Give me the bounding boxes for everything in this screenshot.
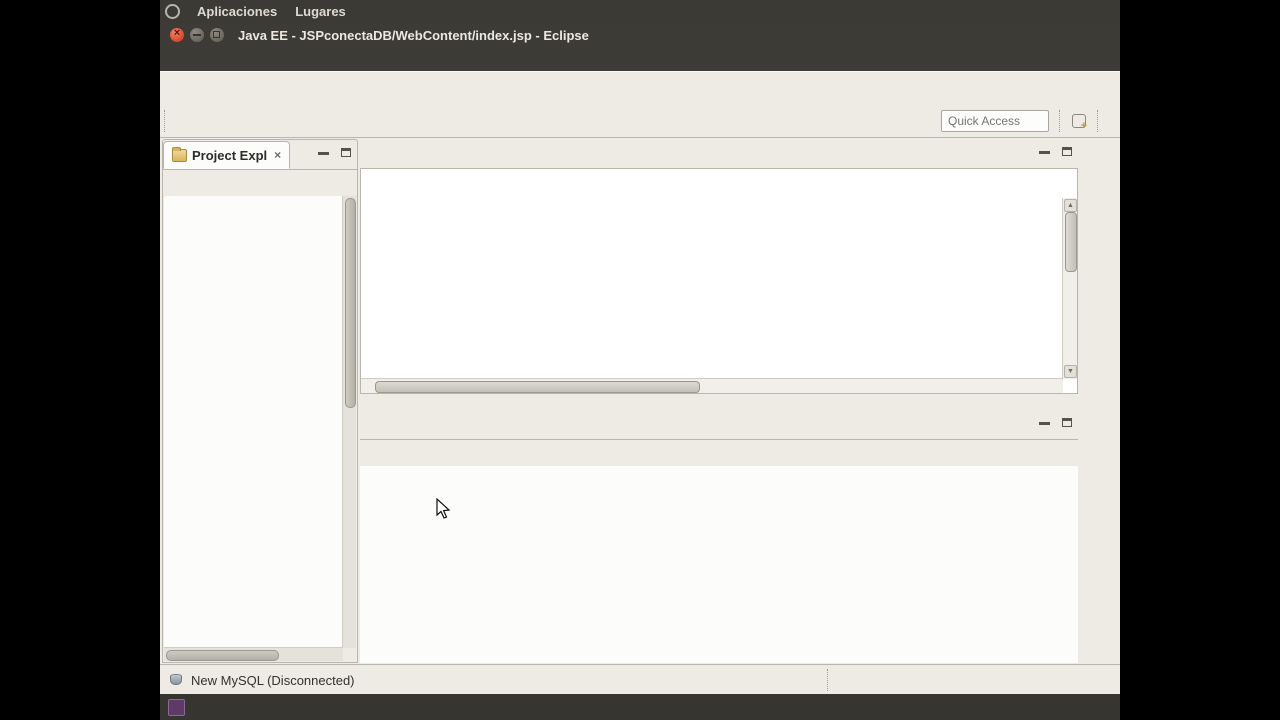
mouse-cursor <box>436 498 451 519</box>
toolbar-grip <box>164 109 169 132</box>
minimize-bottom-panel-button[interactable] <box>1039 418 1050 425</box>
applications-menu[interactable]: Aplicaciones <box>188 4 286 19</box>
status-text: New MySQL (Disconnected) <box>191 672 355 688</box>
window-close-button[interactable] <box>170 27 184 42</box>
screen: Aplicaciones Lugares Java EE - JSPconect… <box>160 0 1120 720</box>
open-perspective-button[interactable] <box>1067 109 1091 133</box>
project-explorer-title: Project Expl <box>192 147 268 163</box>
project-explorer-panel: Project Expl × <box>162 139 358 663</box>
project-explorer-tree <box>164 196 343 648</box>
divider <box>1059 109 1061 132</box>
maximize-bottom-panel-button[interactable] <box>1062 418 1072 427</box>
editor-horizontal-scrollbar[interactable] <box>361 378 1063 393</box>
status-divider <box>827 669 828 691</box>
places-menu[interactable]: Lugares <box>286 4 355 19</box>
maximize-view-button[interactable] <box>341 148 351 157</box>
editor-panel: ▲ ▼ <box>360 139 1078 408</box>
bottom-tab-area <box>360 410 1078 440</box>
data-source-explorer-tree <box>360 466 1078 663</box>
workspace-switcher-icon[interactable] <box>168 698 185 716</box>
tab-project-explorer[interactable]: Project Expl × <box>163 141 291 169</box>
project-explorer-vertical-scrollbar[interactable] <box>342 196 356 648</box>
window-maximize-button[interactable] <box>210 28 224 42</box>
project-explorer-horizontal-scrollbar[interactable] <box>164 647 343 661</box>
minimize-view-button[interactable] <box>318 148 329 155</box>
close-tab-icon[interactable]: × <box>274 148 281 162</box>
quick-access-input[interactable] <box>941 109 1049 132</box>
data-source-explorer-toolbar <box>360 439 1078 467</box>
menubar <box>160 47 1120 71</box>
window-list-taskbar <box>160 694 1120 720</box>
editor-body[interactable]: ▲ ▼ <box>360 168 1078 394</box>
divider <box>1097 109 1099 132</box>
project-explorer-icon <box>172 146 187 162</box>
editor-tab-area <box>360 139 1078 169</box>
desktop-top-panel: Aplicaciones Lugares <box>160 0 1120 23</box>
project-explorer-tab-area: Project Expl × <box>163 140 357 170</box>
main-toolbar <box>160 71 1120 105</box>
window-minimize-button[interactable] <box>190 28 204 42</box>
code-area[interactable] <box>361 169 1063 393</box>
distributor-logo-icon[interactable] <box>165 4 180 19</box>
project-explorer-toolbar <box>163 170 357 197</box>
bottom-view-panel <box>360 410 1078 663</box>
status-bar: New MySQL (Disconnected) <box>160 664 1120 695</box>
editor-vertical-scrollbar[interactable]: ▲ ▼ <box>1062 198 1077 379</box>
secondary-toolbar <box>160 104 1120 138</box>
open-perspective-icon <box>1072 113 1087 132</box>
window-title: Java EE - JSPconectaDB/WebContent/index.… <box>238 27 589 43</box>
maximize-editor-button[interactable] <box>1062 147 1072 156</box>
window-titlebar: Java EE - JSPconectaDB/WebContent/index.… <box>160 23 1120 47</box>
minimize-editor-button[interactable] <box>1039 147 1050 154</box>
database-status-icon <box>170 673 183 687</box>
